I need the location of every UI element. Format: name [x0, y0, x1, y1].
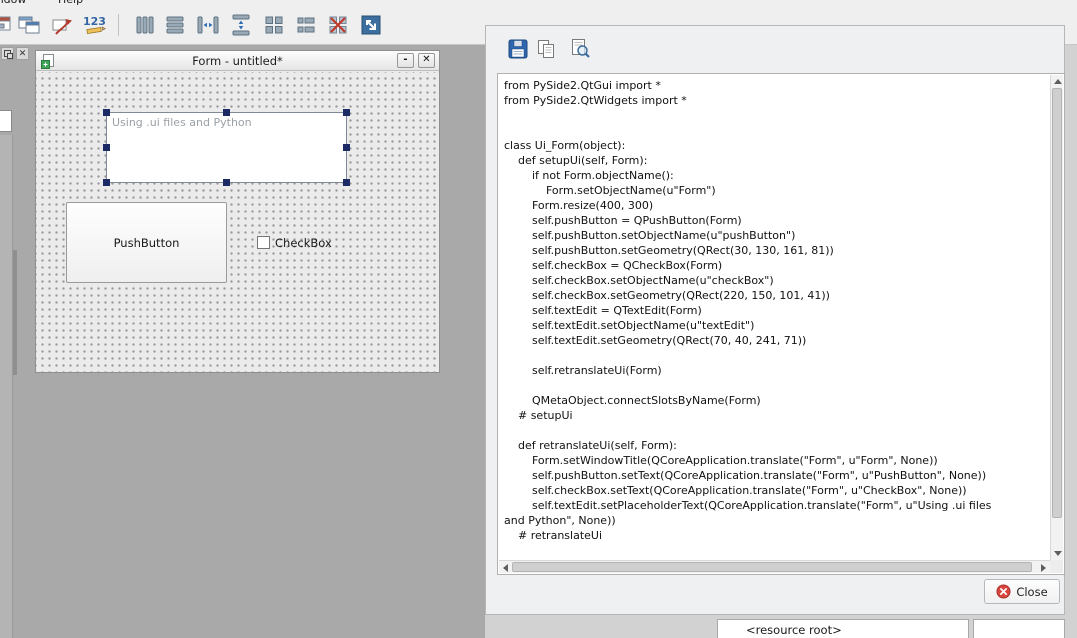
lay-out-horizontally-icon[interactable]	[132, 12, 158, 38]
widget-filter-input[interactable]	[0, 110, 12, 132]
designed-checkbox[interactable]: CheckBox	[256, 222, 357, 263]
menu-help[interactable]: Help	[58, 0, 83, 6]
close-circle-icon	[996, 584, 1011, 599]
form-window-titlebar[interactable]: Form - untitled* - ✕	[36, 51, 439, 71]
selection-handle-mid-left[interactable]	[103, 144, 110, 151]
resource-preview-pane	[973, 619, 1065, 638]
selection-handle-top-left[interactable]	[103, 109, 110, 116]
selection-handle-mid-right[interactable]	[343, 144, 350, 151]
form-editor-window: Form - untitled* - ✕ Using .ui files and…	[35, 50, 440, 373]
copy-icon[interactable]	[534, 37, 558, 61]
adjust-size-glyph	[359, 13, 383, 37]
save-glyph	[507, 38, 529, 60]
pushbutton-label: PushButton	[114, 236, 180, 250]
lay-out-horizontally-in-splitter-glyph	[196, 13, 220, 37]
scroll-right-icon[interactable]	[1037, 561, 1050, 574]
copy-glyph	[535, 38, 557, 60]
widget-windows-icon[interactable]	[16, 12, 42, 38]
lay-out-vertically-icon[interactable]	[162, 12, 188, 38]
dock-float-icon[interactable]	[1, 47, 14, 60]
checkbox-label: CheckBox	[275, 236, 332, 250]
right-arrow-glyph	[1041, 564, 1046, 572]
vertical-scrollbar-thumb[interactable]	[1052, 88, 1062, 518]
qt-designer-app: Window Help	[0, 0, 1077, 638]
selection-handle-bottom-center[interactable]	[223, 179, 230, 186]
selection-handle-top-right[interactable]	[343, 109, 350, 116]
generated-python-code: from PySide2.QtGui import * from PySide2…	[499, 75, 1050, 543]
lay-out-in-a-form-layout-glyph	[294, 13, 318, 37]
edit-signals-slots-glyph	[51, 13, 75, 37]
find-icon[interactable]	[568, 37, 592, 61]
left-arrow-glyph	[503, 564, 508, 572]
lay-out-in-a-grid-glyph	[262, 13, 286, 37]
designed-pushbutton[interactable]: PushButton	[66, 202, 227, 283]
down-arrow-glyph	[1054, 551, 1062, 556]
code-preview-dialog: from PySide2.QtGui import * from PySide2…	[485, 25, 1065, 615]
adjust-size-icon[interactable]	[358, 12, 384, 38]
lay-out-vertically-in-splitter-icon[interactable]	[228, 12, 254, 38]
horizontal-scrollbar-thumb[interactable]	[512, 562, 1032, 572]
edit-signals-slots-icon[interactable]	[50, 12, 76, 38]
edit-tab-order-icon[interactable]: 123	[80, 12, 108, 38]
break-layout-icon[interactable]	[325, 12, 351, 38]
scroll-left-icon[interactable]	[499, 561, 512, 574]
menu-window[interactable]: Window	[0, 0, 26, 6]
toolbar-separator	[118, 14, 119, 36]
lay-out-vertically-glyph	[163, 13, 187, 37]
edit-widgets-icon[interactable]	[0, 12, 14, 38]
find-glyph	[569, 38, 591, 60]
dock-float-glyph	[4, 50, 11, 57]
edit-widgets-glyph	[0, 13, 13, 37]
selection-handle-bottom-left[interactable]	[103, 179, 110, 186]
checkbox-indicator[interactable]	[257, 236, 270, 249]
designed-textedit[interactable]: Using .ui files and Python	[106, 112, 347, 183]
scrollbar-corner	[1050, 560, 1063, 573]
form-canvas[interactable]: Using .ui files and Python PushButton Ch…	[36, 72, 439, 372]
close-button[interactable]: Close	[984, 579, 1060, 604]
selection-handle-bottom-right[interactable]	[343, 179, 350, 186]
scroll-up-icon[interactable]	[1051, 75, 1064, 88]
horizontal-scrollbar[interactable]	[499, 560, 1050, 573]
close-button-label: Close	[1016, 585, 1047, 599]
resource-root-item[interactable]: <resource root>	[746, 623, 842, 637]
up-arrow-glyph	[1054, 79, 1062, 84]
resource-browser: <resource root>	[717, 619, 969, 638]
code-area: from PySide2.QtGui import * from PySide2…	[497, 73, 1065, 575]
scroll-down-icon[interactable]	[1051, 547, 1064, 560]
minimize-icon[interactable]: -	[397, 53, 414, 68]
lay-out-in-a-form-layout-icon[interactable]	[293, 12, 319, 38]
edit-tab-order-glyph: 123	[81, 13, 107, 37]
vertical-scrollbar[interactable]	[1050, 75, 1063, 560]
widget-windows-glyph	[17, 13, 41, 37]
menubar: Window Help	[0, 0, 240, 7]
form-window-title: Form - untitled*	[36, 51, 439, 71]
break-layout-glyph	[326, 13, 350, 37]
dock-close-icon[interactable]: ✕	[16, 47, 29, 60]
selection-handle-top-center[interactable]	[223, 109, 230, 116]
close-icon[interactable]: ✕	[418, 53, 435, 68]
lay-out-in-a-grid-icon[interactable]	[261, 12, 287, 38]
lay-out-horizontally-in-splitter-icon[interactable]	[195, 12, 221, 38]
svg-text:123: 123	[83, 15, 106, 28]
code-view[interactable]: from PySide2.QtGui import * from PySide2…	[499, 75, 1050, 560]
widget-box-panel-edge	[0, 135, 13, 638]
lay-out-vertically-in-splitter-glyph	[229, 13, 253, 37]
save-icon[interactable]	[506, 37, 530, 61]
widget-box-scrollbar[interactable]	[13, 250, 17, 375]
lay-out-horizontally-glyph	[133, 13, 157, 37]
